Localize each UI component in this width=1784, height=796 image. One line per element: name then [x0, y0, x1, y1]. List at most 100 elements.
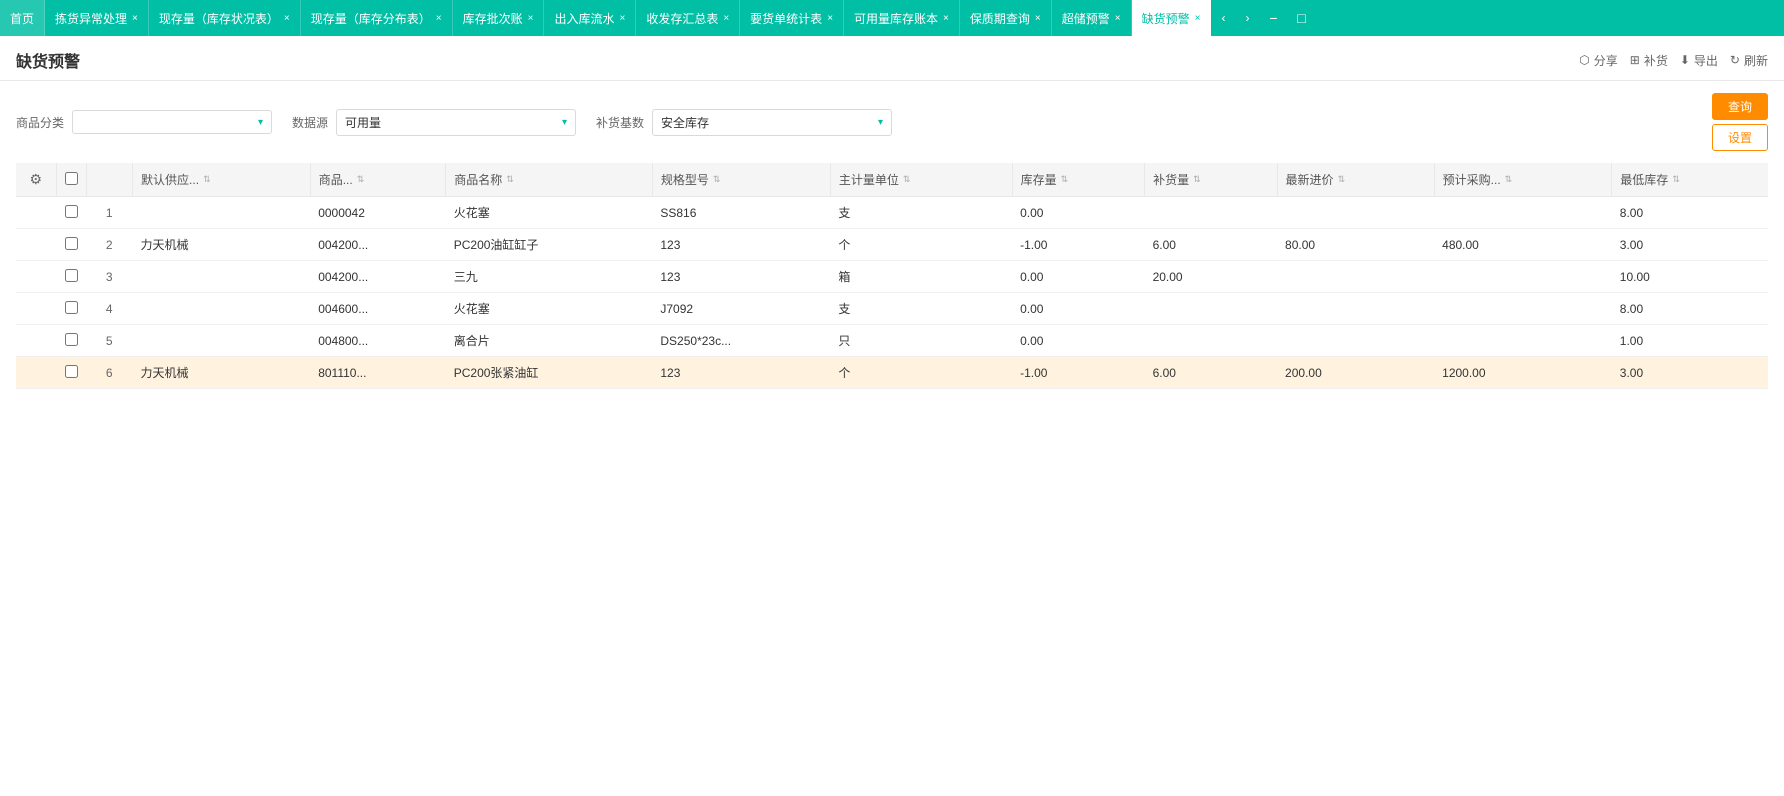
close-icon[interactable]: × [723, 13, 729, 24]
category-select[interactable]: ▾ [72, 110, 272, 134]
datasource-value: 可用量 [345, 114, 381, 131]
close-icon[interactable]: × [284, 13, 290, 24]
row-spec: 123 [652, 261, 830, 293]
row-checkbox[interactable] [65, 365, 78, 378]
nav-tab-picking[interactable]: 拣货异常处理 × [45, 0, 149, 36]
restock-button[interactable]: ⊞ 补货 [1630, 52, 1668, 69]
row-checkbox-cell [56, 197, 86, 229]
row-product-name: 火花塞 [446, 293, 653, 325]
column-product-name[interactable]: 商品名称 ⇅ [446, 163, 653, 197]
chevron-down-icon: ▾ [258, 117, 263, 128]
row-spec: 123 [652, 357, 830, 389]
nav-next-button[interactable]: › [1235, 0, 1259, 36]
close-icon[interactable]: × [619, 13, 625, 24]
row-product-name: 三九 [446, 261, 653, 293]
nav-tab-shortage[interactable]: 缺货预警 × [1132, 0, 1212, 36]
nav-tab-batch[interactable]: 库存批次账 × [453, 0, 545, 36]
row-num: 2 [86, 229, 133, 261]
column-latest-price[interactable]: 最新进价 ⇅ [1277, 163, 1434, 197]
share-button[interactable]: ⬡ 分享 [1579, 52, 1618, 69]
row-unit: 个 [830, 229, 1012, 261]
row-supplier [133, 197, 311, 229]
row-product-name: 火花塞 [446, 197, 653, 229]
row-spec: J7092 [652, 293, 830, 325]
close-icon[interactable]: × [528, 13, 534, 24]
column-est-purchase[interactable]: 预计采购... ⇅ [1434, 163, 1612, 197]
close-icon[interactable]: × [436, 13, 442, 24]
close-icon[interactable]: × [943, 13, 949, 24]
export-button[interactable]: ⬇ 导出 [1680, 52, 1718, 69]
close-icon[interactable]: × [1195, 13, 1201, 24]
nav-tab-stock1[interactable]: 现存量（库存状况表） × [149, 0, 301, 36]
row-supplier: 力天机械 [133, 357, 311, 389]
sort-icon: ⇅ [1505, 174, 1513, 185]
main-content: 缺货预警 ⬡ 分享 ⊞ 补货 ⬇ 导出 ↻ 刷新 商品分类 [0, 36, 1784, 796]
column-min-stock[interactable]: 最低库存 ⇅ [1612, 163, 1768, 197]
row-checkbox-cell [56, 229, 86, 261]
column-stock[interactable]: 库存量 ⇅ [1012, 163, 1144, 197]
nav-tab-inout[interactable]: 出入库流水 × [544, 0, 636, 36]
row-latest-price [1277, 197, 1434, 229]
row-checkbox[interactable] [65, 333, 78, 346]
row-latest-price [1277, 293, 1434, 325]
row-supplier: 力天机械 [133, 229, 311, 261]
row-spec: DS250*23c... [652, 325, 830, 357]
row-checkbox[interactable] [65, 205, 78, 218]
settings-button[interactable]: 设置 [1712, 124, 1768, 151]
close-icon[interactable]: × [1035, 13, 1041, 24]
table-row: 1 0000042 火花塞 SS816 支 0.00 8.00 [16, 197, 1768, 229]
refresh-button[interactable]: ↻ 刷新 [1730, 52, 1768, 69]
close-icon[interactable]: × [132, 13, 138, 24]
row-num: 1 [86, 197, 133, 229]
column-supplier[interactable]: 默认供应... ⇅ [133, 163, 311, 197]
row-checkbox-cell [56, 357, 86, 389]
page-title: 缺货预警 [16, 48, 80, 72]
row-est-purchase: 1200.00 [1434, 357, 1612, 389]
select-all-checkbox[interactable] [65, 172, 78, 185]
row-checkbox[interactable] [65, 237, 78, 250]
row-gear-cell [16, 229, 56, 261]
restock-base-select[interactable]: 安全库存 ▾ [652, 109, 892, 136]
category-label: 商品分类 [16, 114, 64, 131]
column-restock-qty[interactable]: 补货量 ⇅ [1145, 163, 1277, 197]
nav-tab-available[interactable]: 可用量库存账本 × [844, 0, 960, 36]
row-est-purchase [1434, 261, 1612, 293]
column-num [86, 163, 133, 197]
share-icon: ⬡ [1579, 53, 1589, 67]
nav-maximize-button[interactable]: □ [1287, 0, 1315, 36]
column-spec[interactable]: 规格型号 ⇅ [652, 163, 830, 197]
row-checkbox[interactable] [65, 269, 78, 282]
column-unit[interactable]: 主计量单位 ⇅ [830, 163, 1012, 197]
row-supplier [133, 325, 311, 357]
nav-prev-button[interactable]: ‹ [1211, 0, 1235, 36]
close-icon[interactable]: × [1115, 13, 1121, 24]
query-button[interactable]: 查询 [1712, 93, 1768, 120]
nav-minimize-button[interactable]: − [1259, 0, 1287, 36]
gear-icon[interactable]: ⚙ [29, 171, 42, 187]
row-stock: 0.00 [1012, 197, 1144, 229]
column-product-code[interactable]: 商品... ⇅ [310, 163, 446, 197]
top-nav: 首页 拣货异常处理 × 现存量（库存状况表） × 现存量（库存分布表） × 库存… [0, 0, 1784, 36]
row-latest-price [1277, 325, 1434, 357]
export-icon: ⬇ [1680, 53, 1690, 67]
row-restock-qty: 6.00 [1145, 357, 1277, 389]
datasource-filter: 数据源 可用量 ▾ [292, 109, 576, 136]
datasource-select[interactable]: 可用量 ▾ [336, 109, 576, 136]
row-est-purchase [1434, 325, 1612, 357]
nav-tab-demand[interactable]: 要货单统计表 × [740, 0, 844, 36]
nav-tab-home[interactable]: 首页 [0, 0, 45, 36]
nav-tab-overstock[interactable]: 超储预警 × [1052, 0, 1132, 36]
row-checkbox[interactable] [65, 301, 78, 314]
close-icon[interactable]: × [827, 13, 833, 24]
row-unit: 只 [830, 325, 1012, 357]
chevron-down-icon: ▾ [878, 117, 883, 128]
nav-tab-summary[interactable]: 收发存汇总表 × [636, 0, 740, 36]
row-num: 4 [86, 293, 133, 325]
row-supplier [133, 293, 311, 325]
sort-icon: ⇅ [1061, 174, 1069, 185]
sort-icon: ⇅ [903, 174, 911, 185]
nav-tab-expiry[interactable]: 保质期查询 × [960, 0, 1052, 36]
row-latest-price: 80.00 [1277, 229, 1434, 261]
category-value [81, 115, 84, 129]
nav-tab-stock2[interactable]: 现存量（库存分布表） × [301, 0, 453, 36]
